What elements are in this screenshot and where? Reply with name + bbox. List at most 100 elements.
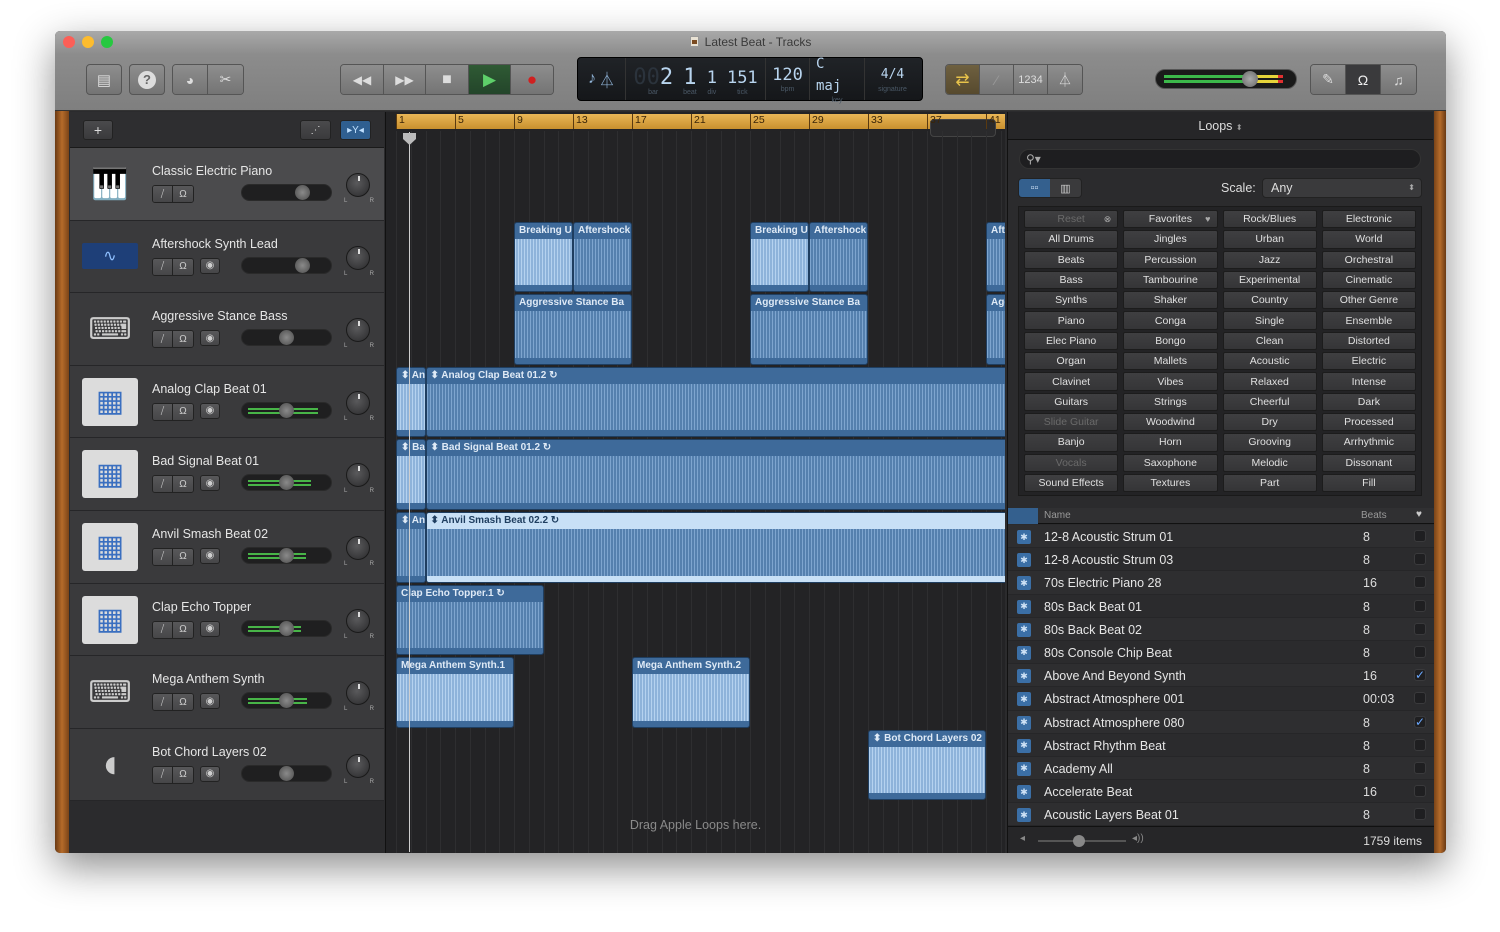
keyword-button[interactable]: Favorites ♥ [1123,210,1218,229]
keyword-button[interactable]: Piano [1024,311,1119,330]
loop-row[interactable]: ✱ 80s Back Beat 01 8 [1008,594,1434,618]
favorite-checkbox[interactable] [1414,576,1426,589]
keyword-button[interactable]: Slide Guitar [1024,412,1119,432]
preview-volume-knob[interactable] [1073,835,1086,847]
keyword-button[interactable]: Ensemble [1321,311,1416,330]
keyword-button[interactable]: Reset ⊗ [1024,210,1119,229]
audio-region[interactable]: Mega Anthem Synth.1 [396,657,514,728]
column-view-button[interactable]: ▥ [1050,179,1081,197]
keyword-button[interactable]: Bass [1024,270,1119,290]
lcd-position[interactable]: 002 bar 1 beat 1 div 151 tick [626,58,766,100]
audio-region[interactable]: Mega Anthem Synth.2 [632,657,750,728]
pan-knob[interactable] [346,681,370,706]
keyword-button[interactable]: Elec Piano [1024,331,1119,351]
keyword-button[interactable]: Percussion [1123,250,1218,269]
keyword-button[interactable]: Experimental [1222,270,1317,290]
track-lanes[interactable]: Breaking U Aftershock Breaking U Aftershock… [396,131,1005,853]
track-header[interactable]: ∿ Aftershock Synth Lead ⧸ Ω ◉ LR [70,220,384,294]
keyword-button[interactable]: Cinematic [1321,270,1416,290]
favorite-checkbox[interactable] [1414,761,1426,774]
lcd-tempo[interactable]: 120 bpm [766,58,810,100]
library-button[interactable]: ▤ [86,64,122,95]
record-enable-button[interactable]: ◉ [200,475,220,492]
audio-region[interactable]: ⬍ Ba [396,439,426,510]
loop-row[interactable]: ✱ 80s Back Beat 02 8 [1008,617,1434,641]
track-header[interactable]: ⌨ Aggressive Stance Bass ⧸ Ω ◉ LR [70,293,384,366]
type-column-header[interactable] [1008,508,1038,524]
volume-knob[interactable] [279,330,294,346]
add-track-button[interactable]: + [83,120,113,140]
track-header[interactable]: ▦ Anvil Smash Beat 02 ⧸ Ω ◉ LR [70,510,384,584]
loop-row[interactable]: ✱ 70s Electric Piano 28 16 [1008,571,1434,595]
keyword-button[interactable]: Dissonant [1321,453,1416,472]
keyword-button[interactable]: All Drums [1024,230,1119,249]
keyword-button[interactable]: Sound Effects [1024,473,1119,493]
record-enable-button[interactable]: ◉ [200,330,220,347]
loop-row[interactable]: ✱ Academy All 8 [1008,756,1434,781]
cycle-button[interactable]: ⇄ [946,65,980,94]
keyword-button[interactable]: Saxophone [1123,453,1218,472]
audio-region[interactable]: Aft [986,221,1005,293]
lcd-display[interactable]: ♪ ⏃ 002 bar 1 beat 1 div 151 tick 120 bpm C ma… [577,56,923,104]
ruler[interactable]: 1 5 9 13 17 21 25 29 33 37 41 [396,114,1005,137]
favorite-column-header[interactable]: ♥ [1416,509,1422,520]
solo-button[interactable]: Ω [173,258,193,275]
mute-button[interactable]: ⧸ [153,403,173,420]
keyword-button[interactable]: Dry [1222,412,1317,432]
track-header[interactable]: ▦ Clap Echo Topper ⧸ Ω ◉ LR [70,583,384,657]
audio-region[interactable]: Aftershock [809,221,868,293]
keyword-button[interactable]: Jingles [1123,230,1218,249]
volume-slider[interactable] [241,764,332,782]
volume-slider[interactable] [241,184,332,201]
volume-knob[interactable] [279,620,294,636]
rewind-button[interactable]: ◀◀ [341,65,384,94]
button-view-button[interactable]: ▫▫ [1019,179,1050,197]
keyword-button[interactable]: Clean [1222,331,1317,351]
keyword-button[interactable]: Vibes [1123,372,1218,391]
keyword-button[interactable]: Country [1222,291,1317,310]
volume-knob[interactable] [279,765,294,781]
favorite-checkbox[interactable] [1414,808,1426,821]
mute-button[interactable]: ⧸ [153,766,173,783]
audio-region[interactable]: Breaking U [750,221,809,293]
media-browser-button[interactable]: ♫ [1381,65,1416,94]
loop-row[interactable]: ✱ Above And Beyond Synth 16 ✓ [1008,664,1434,688]
lcd-signature[interactable]: 4/4 signature [865,58,920,100]
loop-row[interactable]: ✱ 12-8 Acoustic Strum 03 8 [1008,548,1434,572]
flex-button[interactable]: ▸Y◂ [340,120,371,140]
loop-browser-button[interactable]: Ω [1346,65,1381,94]
keyword-button[interactable]: Synths [1024,291,1119,310]
keyword-button[interactable]: Melodic [1222,453,1317,472]
keyword-button[interactable]: Horn [1123,433,1218,452]
lcd-key[interactable]: C maj key [810,56,865,104]
track-header[interactable]: ▦ Bad Signal Beat 01 ⧸ Ω ◉ LR [70,438,384,511]
audio-region[interactable]: Aggressive Stance Ba [750,294,868,365]
fast-forward-button[interactable]: ▶▶ [384,65,426,94]
track-header[interactable]: ◖ Bot Chord Layers 02 ⧸ Ω ◉ LR [70,728,384,802]
volume-knob[interactable] [279,693,294,709]
volume-slider[interactable] [241,546,332,564]
loops-title[interactable]: Loops ⬍ [1008,112,1433,140]
keyword-button[interactable]: Electric [1321,352,1416,371]
master-volume-knob[interactable] [1241,71,1258,87]
scale-select[interactable]: Any ⬍ [1262,178,1422,198]
keyword-button[interactable]: Strings [1123,392,1218,411]
pan-knob[interactable] [346,390,370,415]
keyword-button[interactable]: Relaxed [1222,372,1317,391]
keyword-button[interactable]: Cheerful [1222,392,1317,411]
loop-row[interactable]: ✱ 12-8 Acoustic Strum 01 8 [1008,525,1434,549]
favorite-checkbox[interactable] [1414,553,1426,566]
keyword-button[interactable]: Bongo [1123,331,1218,351]
favorite-checkbox[interactable]: ✓ [1414,715,1426,728]
mute-button[interactable]: ⧸ [153,258,173,275]
audio-region[interactable]: Agg [986,294,1005,365]
volume-slider[interactable] [241,329,332,347]
pan-knob[interactable] [346,753,370,778]
favorite-checkbox[interactable] [1414,785,1426,798]
mute-button[interactable]: ⧸ [153,548,173,565]
play-button[interactable]: ▶ [469,65,511,94]
master-volume-slider[interactable] [1155,69,1297,89]
loop-row[interactable]: ✱ Acoustic Layers Beat 01 8 [1008,803,1434,827]
keyword-button[interactable]: Vocals [1024,453,1119,472]
solo-button[interactable]: Ω [173,694,193,711]
